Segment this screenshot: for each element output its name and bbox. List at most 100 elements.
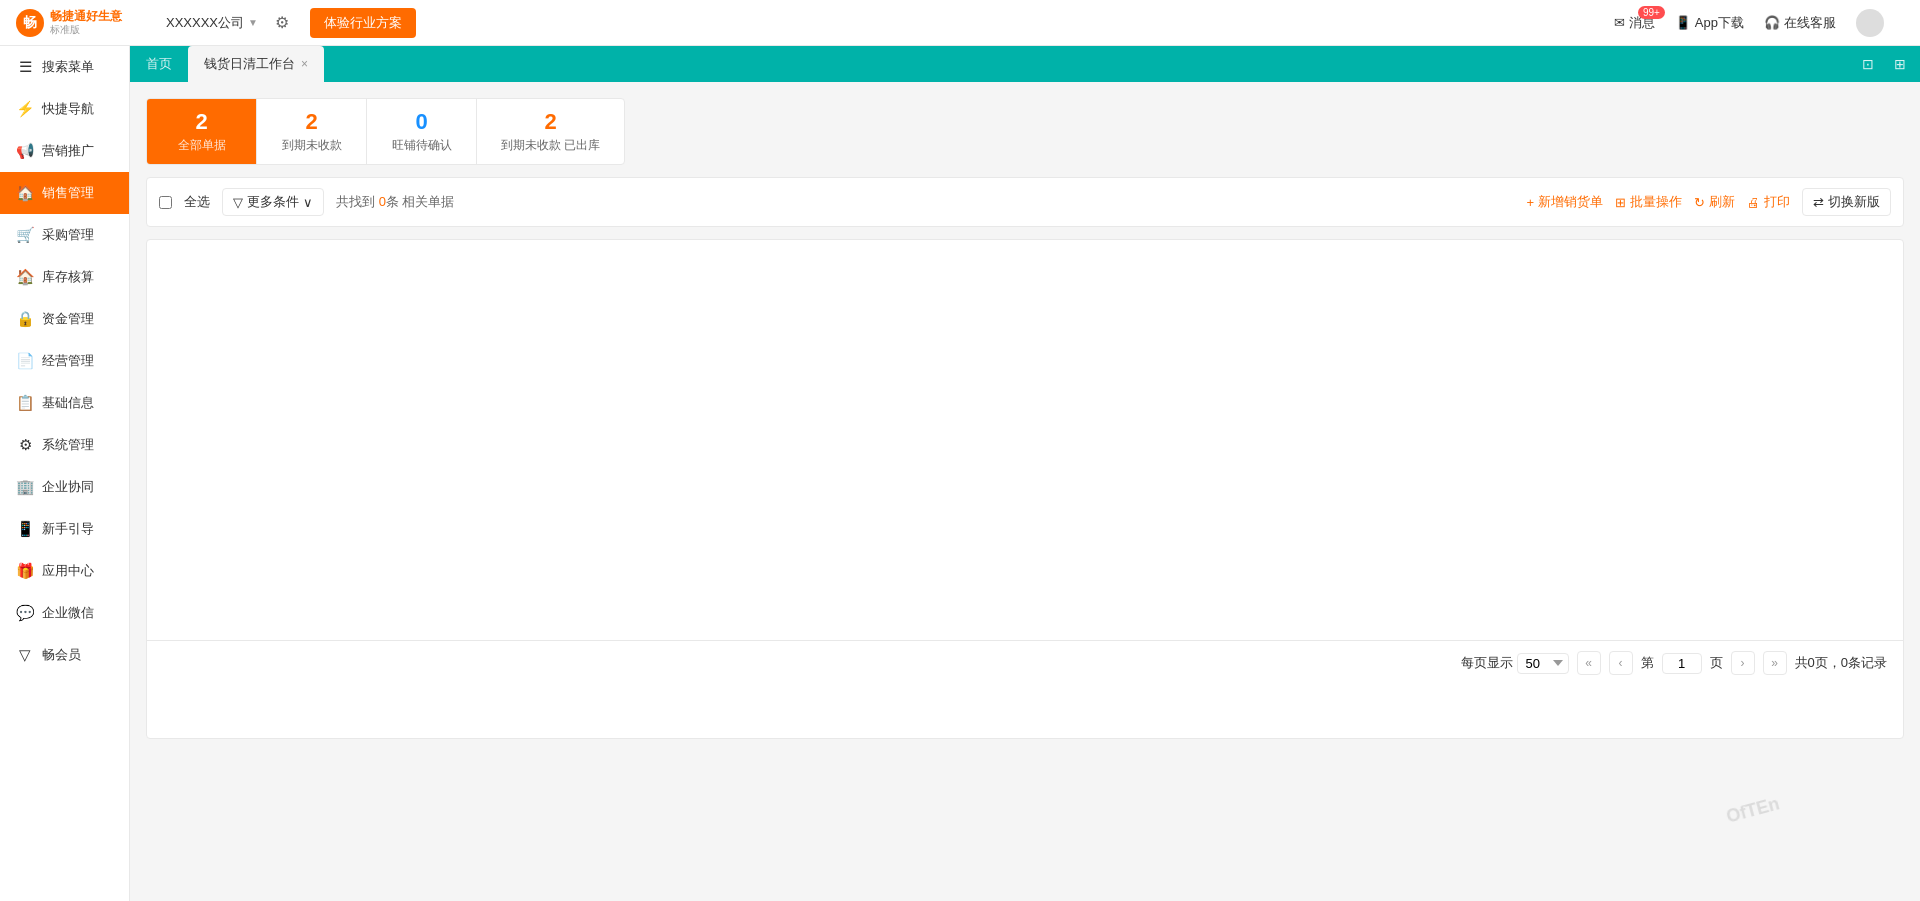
card-overdue-unpaid[interactable]: 2 到期未收款 (257, 99, 367, 164)
app-download-button[interactable]: 📱 App下载 (1675, 14, 1744, 32)
quick-nav-icon: ⚡ (16, 100, 34, 118)
toolbar-right: + 新增销货单 ⊞ 批量操作 ↻ 刷新 🖨 打印 ⇄ 切换新版 (1526, 188, 1891, 216)
batch-icon: ⊞ (1615, 195, 1626, 210)
sidebar-item-app-center[interactable]: 🎁 应用中心 (0, 550, 129, 592)
per-page-selector: 每页显示 20 50 100 (1461, 653, 1569, 674)
guide-icon: 📱 (16, 520, 34, 538)
logo-icon: 畅 (16, 9, 44, 37)
sidebar-label-member: 畅会员 (42, 646, 81, 664)
sidebar-item-search-menu[interactable]: ☰ 搜索菜单 (0, 46, 129, 88)
sidebar-item-finance[interactable]: 🔒 资金管理 (0, 298, 129, 340)
tab-daily-work[interactable]: 钱货日清工作台 × (188, 46, 324, 82)
message-button[interactable]: ✉ 消息 99+ (1614, 14, 1655, 32)
next-page-button[interactable]: › (1731, 651, 1755, 675)
maximize-icon[interactable]: ⊞ (1888, 52, 1912, 76)
card-all[interactable]: 2 全部单据 (147, 99, 257, 164)
card-overdue-shipped[interactable]: 2 到期未收款 已出库 (477, 99, 624, 164)
batch-label: 批量操作 (1630, 193, 1682, 211)
filter-label: 更多条件 (247, 193, 299, 211)
per-page-select[interactable]: 20 50 100 (1517, 653, 1569, 674)
operation-icon: 📄 (16, 352, 34, 370)
add-sales-order-label: 新增销货单 (1538, 193, 1603, 211)
sidebar-label-sales: 销售管理 (42, 184, 94, 202)
company-selector[interactable]: XXXXXX公司 ▼ (166, 14, 258, 32)
tab-home-label: 首页 (146, 55, 172, 73)
sidebar-item-wechat[interactable]: 💬 企业微信 (0, 592, 129, 634)
system-icon: ⚙ (16, 436, 34, 454)
company-name: XXXXXX公司 (166, 14, 244, 32)
minimize-icon[interactable]: ⊡ (1856, 52, 1880, 76)
refresh-icon: ↻ (1694, 195, 1705, 210)
finance-icon: 🔒 (16, 310, 34, 328)
sidebar-label-guide: 新手引导 (42, 520, 94, 538)
logo-text: 畅捷通好生意 标准版 (50, 9, 122, 35)
table-area: 每页显示 20 50 100 « ‹ 第 页 › » 共0页，0条记录 (146, 239, 1904, 739)
filter-icon: ▽ (233, 195, 243, 210)
online-service-label: 在线客服 (1784, 14, 1836, 32)
purchase-icon: 🛒 (16, 226, 34, 244)
card-overdue-unpaid-count: 2 (281, 109, 342, 135)
sidebar-item-basic[interactable]: 📋 基础信息 (0, 382, 129, 424)
tab-home[interactable]: 首页 (130, 46, 188, 82)
print-label: 打印 (1764, 193, 1790, 211)
card-wangpu-pending[interactable]: 0 旺铺待确认 (367, 99, 477, 164)
switch-version-button[interactable]: ⇄ 切换新版 (1802, 188, 1891, 216)
prev-page-button[interactable]: ‹ (1609, 651, 1633, 675)
print-button[interactable]: 🖨 打印 (1747, 193, 1790, 211)
batch-operation-button[interactable]: ⊞ 批量操作 (1615, 193, 1682, 211)
member-icon: ▽ (16, 646, 34, 664)
sidebar-item-sales[interactable]: 🏠 销售管理 (0, 172, 129, 214)
app-center-icon: 🎁 (16, 562, 34, 580)
sidebar-label-finance: 资金管理 (42, 310, 94, 328)
sidebar-label-operation: 经营管理 (42, 352, 94, 370)
tab-close-icon[interactable]: × (301, 57, 308, 71)
print-icon: 🖨 (1747, 195, 1760, 210)
trial-button[interactable]: 体验行业方案 (310, 8, 416, 38)
avatar[interactable] (1856, 9, 1884, 37)
sidebar-label-quick-nav: 快捷导航 (42, 100, 94, 118)
sidebar-item-system[interactable]: ⚙ 系统管理 (0, 424, 129, 466)
sidebar-item-inventory[interactable]: 🏠 库存核算 (0, 256, 129, 298)
filter-chevron-icon: ∨ (303, 195, 313, 210)
settings-icon[interactable]: ⚙ (268, 9, 296, 37)
sidebar-item-marketing[interactable]: 📢 营销推广 (0, 130, 129, 172)
app-download-label: App下载 (1695, 14, 1744, 32)
refresh-button[interactable]: ↻ 刷新 (1694, 193, 1735, 211)
page-input[interactable] (1662, 653, 1702, 674)
switch-icon: ⇄ (1813, 195, 1824, 210)
inventory-icon: 🏠 (16, 268, 34, 286)
online-service-button[interactable]: 🎧 在线客服 (1764, 14, 1836, 32)
sales-icon: 🏠 (16, 184, 34, 202)
sidebar-item-quick-nav[interactable]: ⚡ 快捷导航 (0, 88, 129, 130)
sidebar-item-enterprise[interactable]: 🏢 企业协同 (0, 466, 129, 508)
filter-button[interactable]: ▽ 更多条件 ∨ (222, 188, 324, 216)
sidebar-item-operation[interactable]: 📄 经营管理 (0, 340, 129, 382)
select-all-checkbox[interactable] (159, 196, 172, 209)
logo-subtitle: 标准版 (50, 24, 122, 36)
sidebar: ☰ 搜索菜单 ⚡ 快捷导航 📢 营销推广 🏠 销售管理 🛒 采购管理 🏠 库存核… (0, 46, 130, 901)
nav-tabs: 首页 钱货日清工作台 × ⊡ ⊞ (130, 46, 1920, 82)
first-page-button[interactable]: « (1577, 651, 1601, 675)
sidebar-item-member[interactable]: ▽ 畅会员 (0, 634, 129, 676)
sidebar-item-guide[interactable]: 📱 新手引导 (0, 508, 129, 550)
headset-icon: 🎧 (1764, 15, 1780, 30)
basic-icon: 📋 (16, 394, 34, 412)
plus-icon: + (1526, 195, 1534, 210)
chevron-down-icon: ▼ (248, 17, 258, 28)
card-wangpu-pending-count: 0 (391, 109, 452, 135)
card-overdue-shipped-count: 2 (501, 109, 600, 135)
sidebar-label-system: 系统管理 (42, 436, 94, 454)
sidebar-label-search-menu: 搜索菜单 (42, 58, 94, 76)
sidebar-item-purchase[interactable]: 🛒 采购管理 (0, 214, 129, 256)
sidebar-label-inventory: 库存核算 (42, 268, 94, 286)
last-page-button[interactable]: » (1763, 651, 1787, 675)
switch-label: 切换新版 (1828, 193, 1880, 211)
phone-icon: 📱 (1675, 15, 1691, 30)
add-sales-order-button[interactable]: + 新增销货单 (1526, 193, 1603, 211)
found-count: 0 (379, 194, 386, 209)
summary-cards: 2 全部单据 2 到期未收款 0 旺铺待确认 2 到期未收款 已出库 (146, 98, 625, 165)
sidebar-label-enterprise: 企业协同 (42, 478, 94, 496)
sidebar-label-wechat: 企业微信 (42, 604, 94, 622)
select-all-label: 全选 (184, 193, 210, 211)
logo-title: 畅捷通好生意 (50, 9, 122, 23)
